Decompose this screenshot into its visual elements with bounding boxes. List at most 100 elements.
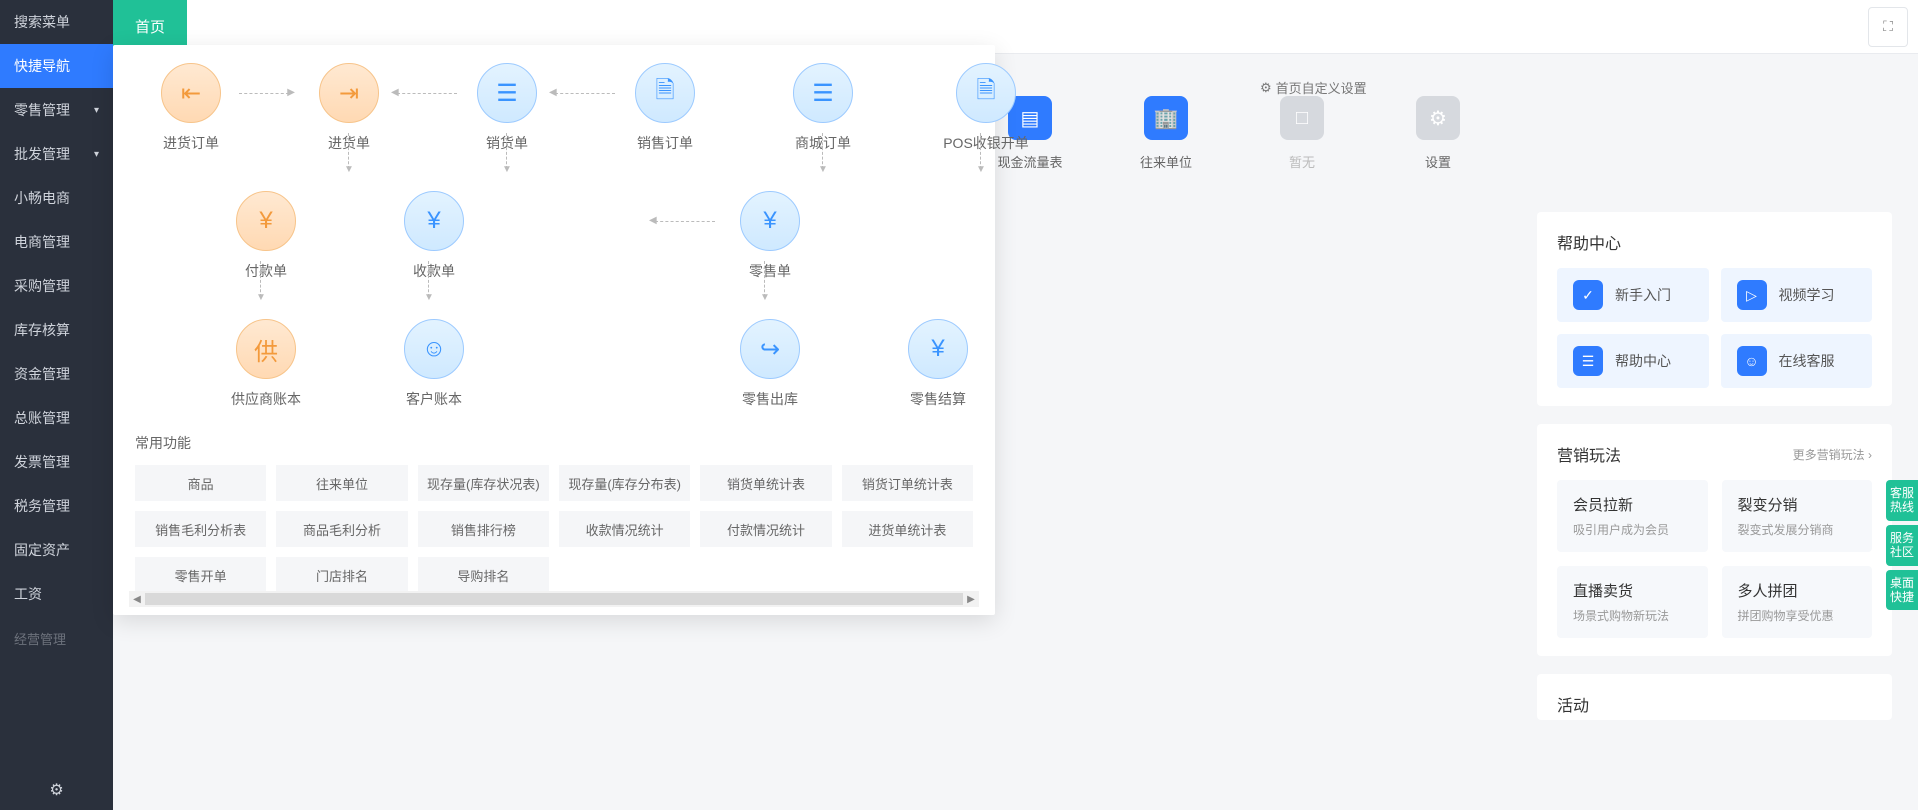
chevron-down-icon: ▾	[94, 149, 99, 160]
sidebar-item-tax[interactable]: 税务管理	[0, 484, 113, 528]
fullscreen-button[interactable]: ⛶	[1868, 7, 1908, 47]
mk-sub: 场景式购物新玩法	[1573, 607, 1692, 624]
sidebar-item-retail[interactable]: 零售管理▾	[0, 88, 113, 132]
scroll-right-icon[interactable]: ▶	[963, 594, 979, 605]
right-column: 帮助中心 ✓ 新手入门 ▷视频学习 ☰帮助中心 ☺在线客服 营销玩法 更多营销玩法…	[1537, 74, 1892, 720]
shortcut-settings[interactable]: ⚙ 设置	[1408, 96, 1468, 171]
flow-node-customer-ledger[interactable]: ☺ 客户账本	[399, 319, 469, 409]
common-btn[interactable]: 导购排名	[418, 557, 549, 593]
flow-label: 销货单	[486, 133, 528, 153]
common-btn[interactable]: 销货单统计表	[700, 465, 831, 501]
common-btn[interactable]: 销售毛利分析表	[135, 511, 266, 547]
home-custom-settings-link[interactable]: ⚙ 首页自定义设置	[1260, 78, 1367, 97]
btn-label: 进货单统计表	[868, 520, 946, 539]
sidebar-item-stock[interactable]: 库存核算	[0, 308, 113, 352]
title-text: 营销玩法	[1557, 442, 1621, 466]
video-icon: ▷	[1737, 280, 1767, 310]
flow-node-retail[interactable]: ¥ 零售单	[735, 191, 805, 281]
sidebar-item-funds[interactable]: 资金管理	[0, 352, 113, 396]
sidebar-item-ledger[interactable]: 总账管理	[0, 396, 113, 440]
help-item-label: 新手入门	[1615, 285, 1671, 305]
flow-node-payment[interactable]: ¥ 付款单	[231, 191, 301, 281]
flow-node-supplier-ledger[interactable]: 供 供应商账本	[231, 319, 301, 409]
sidebar-item-xcshop[interactable]: 小畅电商	[0, 176, 113, 220]
flow-node-retail-settle[interactable]: ¥ 零售结算	[903, 319, 973, 409]
common-btn[interactable]: 商品毛利分析	[276, 511, 407, 547]
card-title: 活动	[1557, 692, 1872, 716]
sidebar-item-manage[interactable]: 经营管理	[0, 616, 113, 660]
sidebar-item-label: 电商管理	[14, 232, 70, 252]
chevron-right-icon: ›	[1868, 448, 1872, 462]
float-tab-hotline[interactable]: 客服热线	[1886, 480, 1918, 521]
common-btn[interactable]: 现存量(库存分布表)	[559, 465, 690, 501]
flow-node-sales[interactable]: ☰ 销货单	[477, 63, 537, 153]
marketing-item-fission[interactable]: 裂变分销裂变式发展分销商	[1722, 480, 1873, 552]
btn-label: 销货订单统计表	[862, 474, 953, 493]
common-btn[interactable]: 零售开单	[135, 557, 266, 593]
help-item-beginner[interactable]: ✓ 新手入门	[1557, 268, 1709, 322]
flow-label: 商城订单	[795, 133, 851, 153]
scroll-track[interactable]	[145, 593, 963, 605]
arrow-left-icon	[397, 93, 457, 94]
sidebar-item-search[interactable]: 搜索菜单	[0, 0, 113, 44]
flow-node-receipt[interactable]: ¥ 收款单	[399, 191, 469, 281]
flow-node-purchase[interactable]: ⇥ 进货单	[319, 63, 379, 153]
sidebar-item-quicknav[interactable]: 快捷导航	[0, 44, 113, 88]
sidebar-item-wholesale[interactable]: 批发管理▾	[0, 132, 113, 176]
btn-label: 零售开单	[175, 566, 227, 585]
sidebar-item-salary[interactable]: 工资	[0, 572, 113, 616]
clipboard-icon: ✓	[1573, 280, 1603, 310]
sidebar-item-assets[interactable]: 固定资产	[0, 528, 113, 572]
more-marketing-link[interactable]: 更多营销玩法 ›	[1793, 446, 1872, 463]
common-btn[interactable]: 销货订单统计表	[842, 465, 973, 501]
list-icon: ☰	[477, 63, 537, 123]
common-btn[interactable]: 销售排行榜	[418, 511, 549, 547]
common-btn[interactable]: 收款情况统计	[559, 511, 690, 547]
common-grid: 商品 往来单位 现存量(库存状况表) 现存量(库存分布表) 销货单统计表 销货订…	[135, 465, 973, 593]
help-card: 帮助中心 ✓ 新手入门 ▷视频学习 ☰帮助中心 ☺在线客服	[1537, 212, 1892, 406]
flow-label: 供应商账本	[231, 389, 301, 409]
help-item-support[interactable]: ☺在线客服	[1721, 334, 1873, 388]
flow-node-purchase-order[interactable]: ⇤ 进货订单	[161, 63, 221, 153]
btn-label: 收款情况统计	[586, 520, 664, 539]
sidebar-item-label: 税务管理	[14, 496, 70, 516]
shortcut-none[interactable]: □ 暂无	[1272, 96, 1332, 171]
float-tab-community[interactable]: 服务社区	[1886, 525, 1918, 566]
marketing-item-live[interactable]: 直播卖货场景式购物新玩法	[1557, 566, 1708, 638]
common-btn[interactable]: 进货单统计表	[842, 511, 973, 547]
common-btn[interactable]: 现存量(库存状况表)	[418, 465, 549, 501]
help-item-video[interactable]: ▷视频学习	[1721, 268, 1873, 322]
common-btn[interactable]: 商品	[135, 465, 266, 501]
marketing-item-member[interactable]: 会员拉新吸引用户成为会员	[1557, 480, 1708, 552]
flow-node-pos[interactable]: 🗎 POS收银开单	[951, 63, 1021, 153]
marketing-item-group[interactable]: 多人拼团拼团购物享受优惠	[1722, 566, 1873, 638]
sidebar-item-purchase[interactable]: 采购管理	[0, 264, 113, 308]
flow-label: POS收银开单	[943, 133, 1029, 153]
flow-node-payment[interactable]	[161, 191, 231, 281]
flow-label: 收款单	[413, 261, 455, 281]
mk-title: 直播卖货	[1573, 580, 1692, 601]
title-text: 帮助中心	[1557, 230, 1621, 254]
common-btn[interactable]: 门店排名	[276, 557, 407, 593]
flow-node-sales-order[interactable]: 🗎 销售订单	[635, 63, 695, 153]
flow-node-retail-out[interactable]: ↪ 零售出库	[735, 319, 805, 409]
doc-icon: 🗎	[635, 63, 695, 123]
money-icon: ¥	[236, 191, 296, 251]
arrow-down-icon	[764, 261, 765, 297]
help-item-helpcenter[interactable]: ☰帮助中心	[1557, 334, 1709, 388]
sidebar-item-ecom[interactable]: 电商管理	[0, 220, 113, 264]
btn-label: 销售毛利分析表	[155, 520, 246, 539]
flyout-horizontal-scrollbar[interactable]: ◀ ▶	[129, 591, 979, 607]
sidebar-item-label: 总账管理	[14, 408, 70, 428]
btn-label: 现存量(库存分布表)	[568, 474, 681, 493]
sidebar-settings-button[interactable]: ⚙	[0, 770, 113, 810]
common-btn[interactable]: 付款情况统计	[700, 511, 831, 547]
gear-icon: ⚙	[1416, 96, 1460, 140]
flow-node-mall-order[interactable]: ☰ 商城订单	[793, 63, 853, 153]
float-tab-desktop[interactable]: 桌面快捷	[1886, 570, 1918, 611]
common-btn[interactable]: 往来单位	[276, 465, 407, 501]
shortcut-contacts[interactable]: 🏢 往来单位	[1136, 96, 1196, 171]
scroll-left-icon[interactable]: ◀	[129, 594, 145, 605]
sidebar-item-label: 资金管理	[14, 364, 70, 384]
sidebar-item-invoice[interactable]: 发票管理	[0, 440, 113, 484]
